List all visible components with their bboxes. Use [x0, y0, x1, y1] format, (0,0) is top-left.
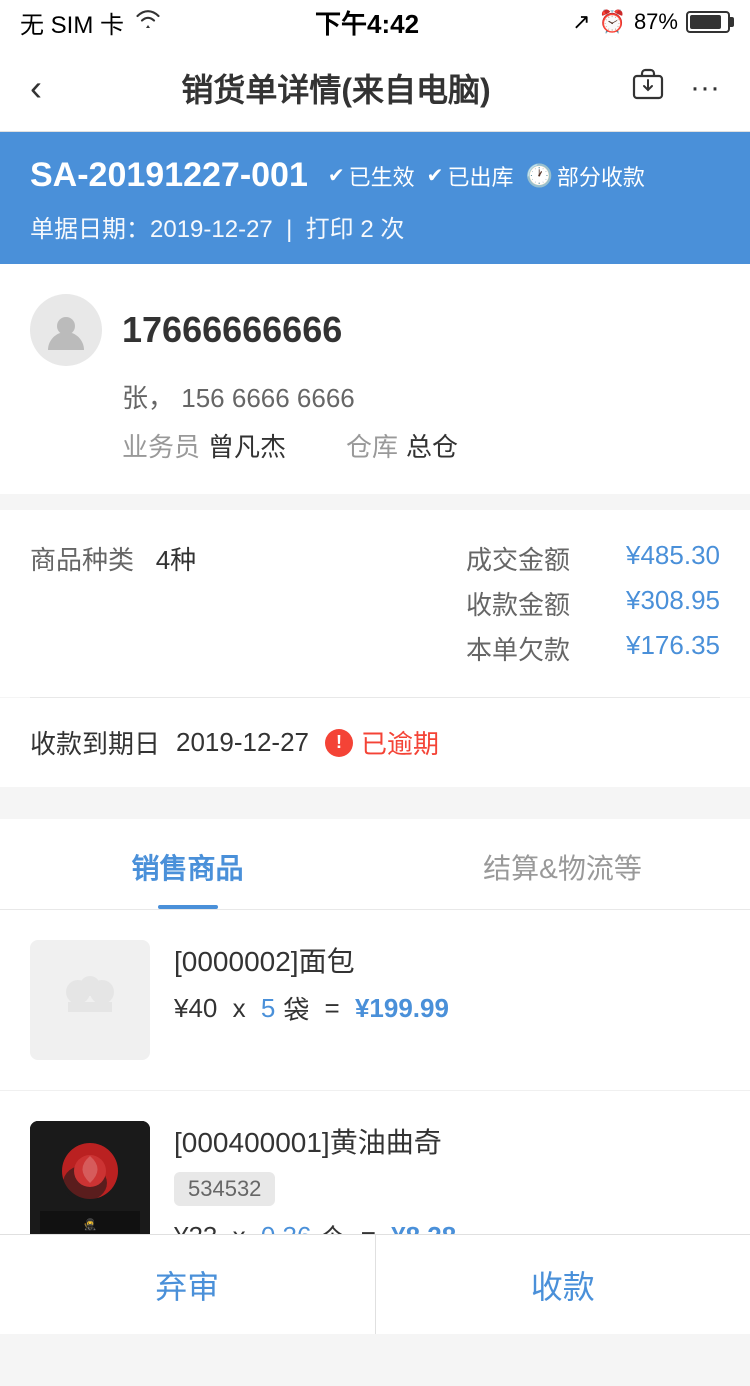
- page-title: 销货单详情(来自电脑): [181, 65, 490, 111]
- order-date-line: 单据日期：2019-12-27 | 打印 2 次: [30, 209, 720, 244]
- tabs-section: 销售商品 结算&物流等 [0000002]面包 ¥40 x: [0, 819, 750, 1286]
- product-name-1: [0000002]面包: [174, 940, 720, 980]
- cancel-audit-button[interactable]: 弃审: [0, 1235, 376, 1334]
- warehouse-label: 仓库: [346, 427, 398, 464]
- owed-value: ¥176.35: [590, 630, 720, 667]
- product-qty-1: 5: [261, 993, 275, 1024]
- product-thumb-1: [30, 940, 150, 1060]
- status-time: 下午4:42: [315, 4, 419, 41]
- status-right: ↗ ⏰ 87%: [572, 9, 730, 35]
- product-sku-2: 534532: [174, 1172, 275, 1206]
- tab-settlement-logistics[interactable]: 结算&物流等: [375, 819, 750, 909]
- clock-icon: 🕐: [525, 163, 552, 189]
- product-type-info: 商品种类 4种: [30, 540, 196, 577]
- customer-meta: 业务员 曾凡杰 仓库 总仓: [122, 427, 720, 464]
- amount-value: ¥485.30: [590, 540, 720, 577]
- battery-text: 87%: [634, 9, 678, 35]
- due-date-value: 2019-12-27: [176, 727, 309, 758]
- customer-name-phone: 张， 156 6666 6666: [122, 378, 720, 415]
- received-label: 收款金额: [466, 585, 570, 622]
- back-button[interactable]: ‹: [30, 67, 42, 109]
- location-icon: ↗: [572, 9, 590, 35]
- check-icon-2: ✔: [427, 163, 444, 188]
- received-row: 收款金额 ¥308.95: [466, 585, 720, 622]
- status-left: 无 SIM 卡: [20, 5, 162, 40]
- nav-actions: ···: [630, 66, 720, 110]
- divider-2: [0, 787, 750, 803]
- overdue-text: 已逾期: [361, 724, 439, 761]
- status-shipped: ✔ 已出库: [427, 160, 514, 192]
- status-partial-payment: 🕐 部分收款: [525, 160, 644, 192]
- avatar: [30, 294, 102, 366]
- received-value: ¥308.95: [590, 585, 720, 622]
- overdue-dot-icon: !: [325, 729, 353, 757]
- bottom-action-bar: 弃审 收款: [0, 1234, 750, 1334]
- product-info-1: [0000002]面包 ¥40 x 5 袋 = ¥199.99: [174, 940, 720, 1027]
- sales-rep-label: 业务员: [122, 427, 200, 464]
- overdue-badge: ! 已逾期: [325, 724, 439, 761]
- customer-card: 17666666666 张， 156 6666 6666 业务员 曾凡杰 仓库 …: [0, 264, 750, 494]
- check-icon-1: ✔: [328, 163, 345, 188]
- sales-rep-value: 曾凡杰: [208, 427, 286, 464]
- product-name-2: [000400001]黄油曲奇: [174, 1121, 720, 1161]
- carrier-text: 无 SIM 卡: [20, 5, 124, 40]
- tabs-bar: 销售商品 结算&物流等: [0, 819, 750, 910]
- order-id: SA-20191227-001: [30, 156, 308, 195]
- due-date-section: 收款到期日 2019-12-27 ! 已逾期: [0, 698, 750, 787]
- product-price-1: ¥40 x 5 袋 = ¥199.99: [174, 990, 720, 1027]
- financial-summary: 成交金额 ¥485.30 收款金额 ¥308.95 本单欠款 ¥176.35: [466, 540, 720, 667]
- status-tags: ✔ 已生效 ✔ 已出库 🕐 部分收款: [328, 160, 645, 192]
- svg-text:🥷: 🥷: [83, 1218, 97, 1231]
- warehouse-value: 总仓: [406, 427, 458, 464]
- tab-sales-products[interactable]: 销售商品: [0, 819, 375, 909]
- product-thumb-2: 🥷: [30, 1121, 150, 1241]
- status-active: ✔ 已生效: [328, 160, 415, 192]
- status-bar: 无 SIM 卡 下午4:42 ↗ ⏰ 87%: [0, 0, 750, 44]
- product-item-1: [0000002]面包 ¥40 x 5 袋 = ¥199.99: [0, 910, 750, 1091]
- more-button[interactable]: ···: [690, 71, 720, 105]
- order-header-banner: SA-20191227-001 ✔ 已生效 ✔ 已出库 🕐 部分收款 单据日期：…: [0, 132, 750, 264]
- banner-top: SA-20191227-001 ✔ 已生效 ✔ 已出库 🕐 部分收款: [30, 156, 720, 195]
- warehouse-item: 仓库 总仓: [346, 427, 458, 464]
- summary-section: 商品种类 4种 成交金额 ¥485.30 收款金额 ¥308.95 本单欠款 ¥…: [0, 510, 750, 697]
- share-button[interactable]: [630, 66, 666, 110]
- owed-label: 本单欠款: [466, 630, 570, 667]
- amount-label: 成交金额: [466, 540, 570, 577]
- alarm-icon: ⏰: [599, 9, 626, 35]
- product-list: [0000002]面包 ¥40 x 5 袋 = ¥199.99: [0, 910, 750, 1286]
- battery-icon: [686, 11, 730, 33]
- sales-rep-item: 业务员 曾凡杰: [122, 427, 286, 464]
- divider-1: [0, 494, 750, 510]
- collect-payment-button[interactable]: 收款: [376, 1235, 750, 1334]
- owed-row: 本单欠款 ¥176.35: [466, 630, 720, 667]
- product-type-count: 4种: [156, 545, 196, 575]
- amount-row: 成交金额 ¥485.30: [466, 540, 720, 577]
- customer-top: 17666666666: [30, 294, 720, 366]
- nav-bar: ‹ 销货单详情(来自电脑) ···: [0, 44, 750, 132]
- customer-account-id: 17666666666: [122, 309, 342, 351]
- wifi-icon: [134, 8, 162, 36]
- product-total-1: ¥199.99: [355, 993, 449, 1024]
- due-date-label: 收款到期日: [30, 724, 160, 761]
